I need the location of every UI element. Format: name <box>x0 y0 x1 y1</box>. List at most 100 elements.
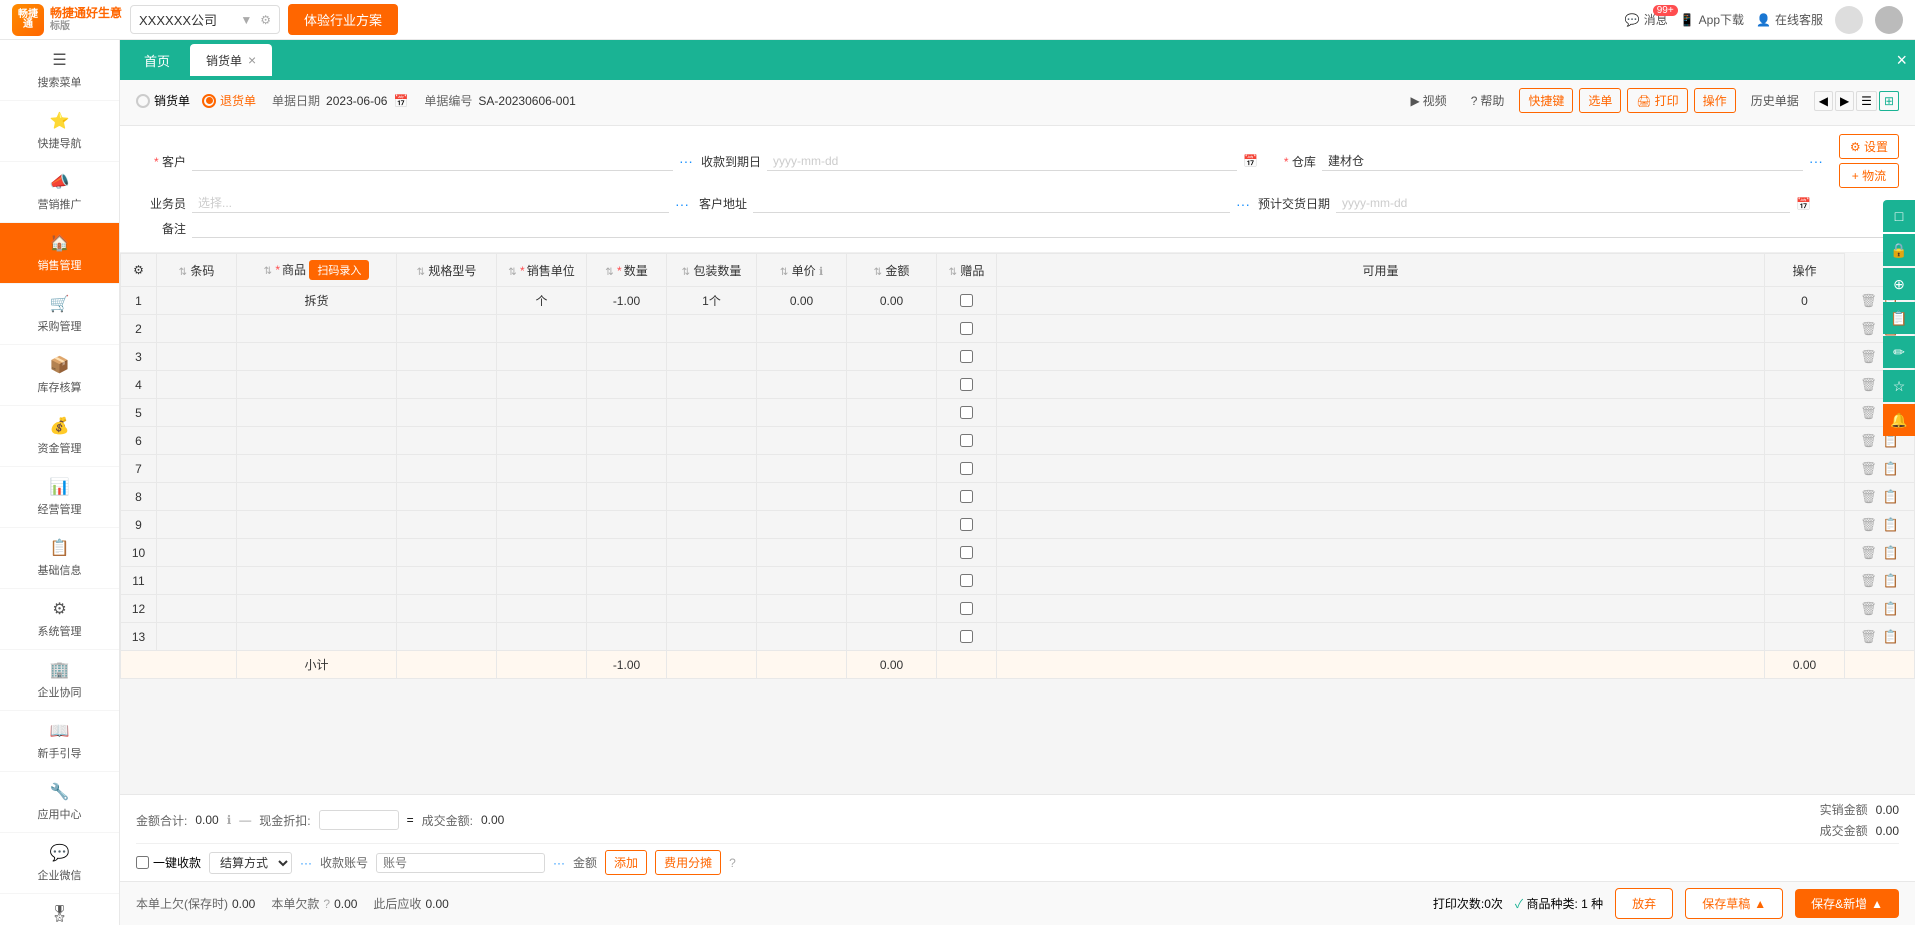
action-history[interactable]: 历史单据 <box>1742 88 1808 113</box>
discount-input[interactable] <box>319 810 399 830</box>
sidebar-item-wechat[interactable]: 💬 企业微信 <box>0 833 119 894</box>
expense-help-icon[interactable]: ? <box>729 856 736 870</box>
copy-row-icon-11[interactable]: 📋 <box>1883 573 1899 589</box>
tab-bar-close[interactable]: × <box>1896 50 1907 71</box>
float-btn-4[interactable]: 📋 <box>1883 302 1915 334</box>
delivery-date-input[interactable] <box>1336 194 1790 213</box>
avatar-2[interactable] <box>1875 6 1903 34</box>
app-download-button[interactable]: 📱 App下载 <box>1680 11 1744 28</box>
company-selector[interactable]: XXXXXX公司 ▼ ⚙ <box>130 5 280 34</box>
sidebar-item-inventory[interactable]: 📦 库存核算 <box>0 345 119 406</box>
tab-sales-order[interactable]: 销货单 × <box>190 44 272 76</box>
trial-button[interactable]: 体验行业方案 <box>288 4 398 35</box>
scan-button[interactable]: 扫码录入 <box>309 260 369 280</box>
float-btn-6[interactable]: ☆ <box>1883 370 1915 402</box>
sidebar-item-finance[interactable]: 💰 资金管理 <box>0 406 119 467</box>
account-dots[interactable]: ··· <box>553 856 565 870</box>
settings-icon[interactable]: ⚙ <box>260 13 271 27</box>
delete-row-icon-8[interactable]: 🗑 <box>1860 489 1877 505</box>
float-btn-3[interactable]: ⊕ <box>1883 268 1915 300</box>
deficit-info-icon[interactable]: ? <box>323 897 330 911</box>
copy-row-icon-8[interactable]: 📋 <box>1883 489 1899 505</box>
delete-row-icon-5[interactable]: 🗑 <box>1860 405 1877 421</box>
sidebar-item-marketing[interactable]: 📣 营销推广 <box>0 162 119 223</box>
one-click-payment-checkbox[interactable]: 一键收款 <box>136 854 201 871</box>
gift-checkbox-5[interactable] <box>960 406 973 419</box>
float-btn-1[interactable]: □ <box>1883 200 1915 232</box>
salesman-input[interactable] <box>192 194 669 213</box>
sidebar-item-quick-nav[interactable]: ⭐ 快捷导航 <box>0 101 119 162</box>
add-payment-button[interactable]: 添加 <box>605 850 647 875</box>
float-btn-5[interactable]: ✏ <box>1883 336 1915 368</box>
gift-checkbox-9[interactable] <box>960 518 973 531</box>
action-help[interactable]: ? 帮助 <box>1462 88 1514 113</box>
discard-button[interactable]: 放弃 <box>1615 888 1673 919</box>
copy-row-icon-10[interactable]: 📋 <box>1883 545 1899 561</box>
collection-calendar-icon[interactable]: 📅 <box>1243 154 1258 168</box>
delete-row-icon-1[interactable]: 🗑 <box>1860 293 1877 309</box>
delete-row-icon-13[interactable]: 🗑 <box>1860 629 1877 645</box>
delete-row-icon-9[interactable]: 🗑 <box>1860 517 1877 533</box>
customer-select-btn[interactable]: ··· <box>679 153 693 169</box>
message-button[interactable]: 💬 消息 99+ <box>1625 11 1668 28</box>
delete-row-icon-12[interactable]: 🗑 <box>1860 601 1877 617</box>
action-shortcut[interactable]: 快捷键 <box>1519 88 1573 113</box>
gift-checkbox-3[interactable] <box>960 350 973 363</box>
delivery-calendar-icon[interactable]: 📅 <box>1796 197 1811 211</box>
delete-row-icon-3[interactable]: 🗑 <box>1860 349 1877 365</box>
sidebar-item-member[interactable]: 🎖 畅会员 <box>0 894 119 925</box>
sidebar-item-basic[interactable]: 📋 基础信息 <box>0 528 119 589</box>
customer-address-input[interactable] <box>753 194 1230 213</box>
float-btn-7[interactable]: 🔔 <box>1883 404 1915 436</box>
save-draft-button[interactable]: 保存草稿 ▲ <box>1685 888 1783 919</box>
sidebar-item-apps[interactable]: 🔧 应用中心 <box>0 772 119 833</box>
sidebar-item-search[interactable]: ☰ 搜索菜单 <box>0 40 119 101</box>
grid-view-icon[interactable]: ☰ <box>1856 91 1877 111</box>
settlement-select[interactable]: 结算方式 <box>209 852 292 874</box>
copy-row-icon-9[interactable]: 📋 <box>1883 517 1899 533</box>
gift-checkbox-7[interactable] <box>960 462 973 475</box>
table-view-icon[interactable]: ⊞ <box>1879 91 1899 111</box>
expense-btn[interactable]: 费用分摊 <box>655 850 721 875</box>
collection-date-input[interactable] <box>767 152 1237 171</box>
logistics-button[interactable]: + 物流 <box>1839 163 1899 188</box>
delete-row-icon-7[interactable]: 🗑 <box>1860 461 1877 477</box>
delete-row-icon-10[interactable]: 🗑 <box>1860 545 1877 561</box>
settlement-dots[interactable]: ··· <box>300 856 312 870</box>
delete-row-icon-6[interactable]: 🗑 <box>1860 433 1877 449</box>
nav-prev-icon[interactable]: ◀ <box>1814 91 1833 111</box>
sidebar-item-system[interactable]: ⚙ 系统管理 <box>0 589 119 650</box>
delete-row-icon-11[interactable]: 🗑 <box>1860 573 1877 589</box>
online-service-button[interactable]: 👤 在线客服 <box>1756 11 1823 28</box>
delete-row-icon-4[interactable]: 🗑 <box>1860 377 1877 393</box>
gift-checkbox-11[interactable] <box>960 574 973 587</box>
settings-button[interactable]: ⚙ 设置 <box>1839 134 1899 159</box>
info-circle-icon[interactable]: ℹ <box>227 813 232 827</box>
tab-home[interactable]: 首页 <box>128 51 186 70</box>
action-video[interactable]: ▶ 视频 <box>1401 88 1455 113</box>
sidebar-item-purchase[interactable]: 🛒 采购管理 <box>0 284 119 345</box>
gift-checkbox-6[interactable] <box>960 434 973 447</box>
salesman-select-btn[interactable]: ··· <box>675 196 689 212</box>
float-btn-2[interactable]: 🔒 <box>1883 234 1915 266</box>
copy-row-icon-12[interactable]: 📋 <box>1883 601 1899 617</box>
notes-input[interactable] <box>192 219 1899 238</box>
action-select[interactable]: 选单 <box>1579 88 1621 113</box>
sidebar-item-business[interactable]: 📊 经营管理 <box>0 467 119 528</box>
payment-checkbox[interactable] <box>136 856 149 869</box>
gift-checkbox-1[interactable] <box>960 294 973 307</box>
th-settings[interactable]: ⚙ <box>121 254 157 287</box>
calendar-icon[interactable]: 📅 <box>393 94 408 108</box>
customer-input[interactable] <box>192 152 673 171</box>
gift-checkbox-13[interactable] <box>960 630 973 643</box>
delete-row-icon-2[interactable]: 🗑 <box>1860 321 1877 337</box>
warehouse-select-btn[interactable]: ··· <box>1809 153 1823 169</box>
gift-checkbox-4[interactable] <box>960 378 973 391</box>
account-input[interactable] <box>376 853 545 873</box>
sidebar-item-cooperation[interactable]: 🏢 企业协同 <box>0 650 119 711</box>
copy-row-icon-13[interactable]: 📋 <box>1883 629 1899 645</box>
action-print[interactable]: 🖨 打印 <box>1627 88 1687 113</box>
copy-row-icon-7[interactable]: 📋 <box>1883 461 1899 477</box>
sidebar-item-sales[interactable]: 🏠 销售管理 <box>0 223 119 284</box>
avatar[interactable] <box>1835 6 1863 34</box>
